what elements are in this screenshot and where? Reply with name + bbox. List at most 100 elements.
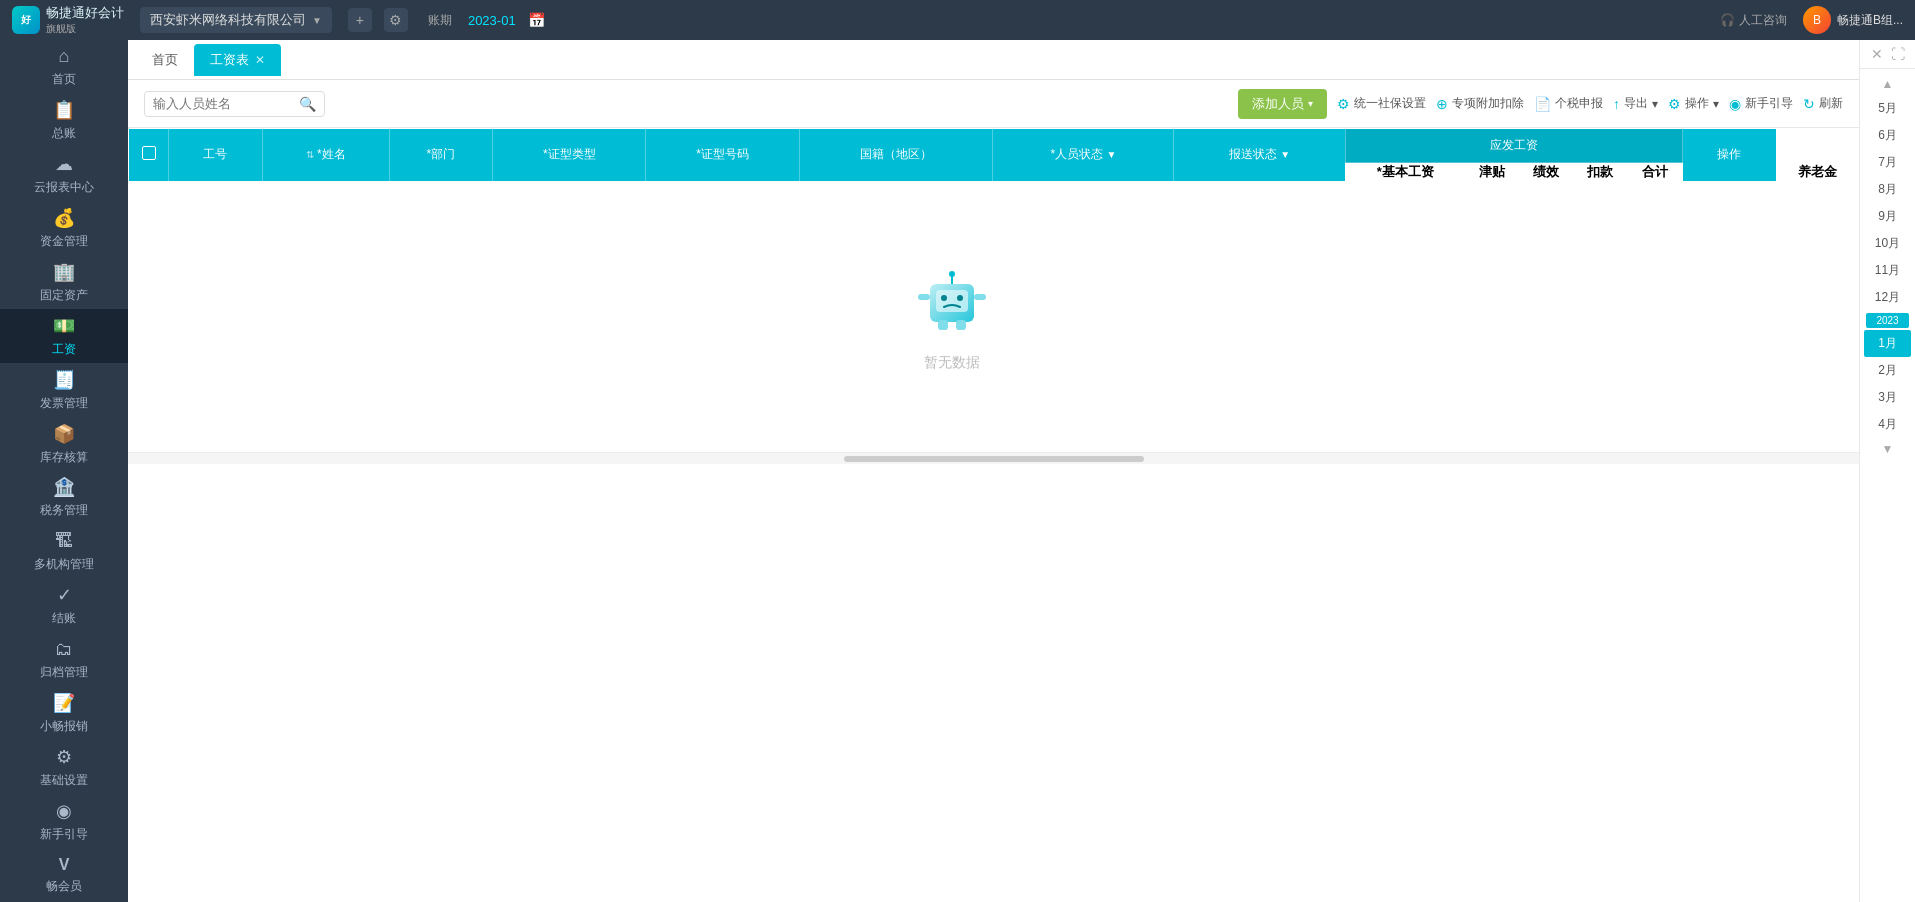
col-cert-type: *证型类型 — [493, 129, 646, 182]
panel-expand-button[interactable]: ⛶ — [1889, 44, 1907, 64]
archive-icon: 🗂 — [55, 639, 73, 660]
sidebar-item-guide[interactable]: ◉ 新手引导 — [0, 794, 128, 848]
main-layout: ⌂ 首页 📋 总账 ☁ 云报表中心 💰 资金管理 🏢 固定资产 💵 工资 🧾 发… — [0, 40, 1915, 902]
col-number: 工号 — [169, 129, 263, 182]
sidebar-label-fixed-assets: 固定资产 — [40, 287, 88, 304]
month-item-feb[interactable]: 2月 — [1860, 357, 1915, 384]
period-value[interactable]: 2023-01 — [468, 13, 516, 28]
col-performance: 绩效 — [1519, 163, 1573, 182]
cloud-icon: ☁ — [55, 153, 73, 175]
empty-state-cell: 暂无数据 — [129, 181, 1777, 452]
month-item[interactable]: 10月 — [1860, 230, 1915, 257]
fixed-assets-icon: 🏢 — [53, 261, 75, 283]
support-icon: 🎧 — [1720, 13, 1735, 27]
month-item-jan[interactable]: 1月 — [1864, 330, 1911, 357]
svg-rect-6 — [918, 294, 930, 300]
tax-declare-button[interactable]: 📄 个税申报 — [1534, 95, 1603, 112]
tab-home[interactable]: 首页 — [136, 44, 194, 76]
sidebar-item-fund[interactable]: 💰 资金管理 — [0, 202, 128, 256]
special-deduction-button[interactable]: ⊕ 专项附加扣除 — [1436, 95, 1524, 112]
refresh-button[interactable]: ↻ 刷新 — [1803, 95, 1843, 112]
sidebar-item-tax[interactable]: 🏦 税务管理 — [0, 471, 128, 525]
sidebar-label-member: 畅会员 — [46, 878, 82, 895]
col-cert-no: *证型号码 — [646, 129, 799, 182]
month-scroll-down[interactable]: ▼ — [1860, 438, 1915, 460]
add-person-button[interactable]: 添加人员 ▾ — [1238, 89, 1327, 119]
app-name: 畅捷通好会计 — [46, 5, 124, 20]
sidebar-item-cloud-report[interactable]: ☁ 云报表中心 — [0, 148, 128, 202]
sidebar-item-home[interactable]: ⌂ 首页 — [0, 40, 128, 94]
month-item[interactable]: 8月 — [1860, 176, 1915, 203]
period-calendar-icon[interactable]: 📅 — [528, 12, 545, 28]
sidebar-item-fixed-assets[interactable]: 🏢 固定资产 — [0, 256, 128, 310]
social-security-button[interactable]: ⚙ 统一社保设置 — [1337, 95, 1426, 112]
col-name: ⇅ *姓名 — [262, 129, 389, 182]
svg-point-3 — [957, 295, 963, 301]
top-bar: 好 畅捷通好会计 旗舰版 西安虾米网络科技有限公司 ▼ + ⚙ 账期 2023-… — [0, 0, 1915, 40]
sidebar-item-invoice[interactable]: 🧾 发票管理 — [0, 363, 128, 417]
select-all-checkbox[interactable] — [142, 146, 156, 160]
sidebar: ⌂ 首页 📋 总账 ☁ 云报表中心 💰 资金管理 🏢 固定资产 💵 工资 🧾 发… — [0, 40, 128, 902]
month-list: ▲ 5月 6月 7月 8月 9月 10月 11月 12月 2023 1月 2月 … — [1860, 69, 1915, 902]
user-name: 畅捷通B组... — [1837, 12, 1903, 29]
month-item[interactable]: 12月 — [1860, 284, 1915, 311]
export-dropdown-icon: ▾ — [1652, 97, 1658, 111]
sidebar-label-multi-org: 多机构管理 — [34, 556, 94, 573]
col-salary-group: 应发工资 — [1345, 129, 1682, 163]
svg-rect-1 — [936, 290, 968, 312]
operate-dropdown-icon: ▾ — [1713, 97, 1719, 111]
search-box: 🔍 — [144, 91, 325, 117]
sidebar-item-multi-org[interactable]: 🏗 多机构管理 — [0, 525, 128, 579]
sidebar-item-inventory[interactable]: 📦 库存核算 — [0, 417, 128, 471]
operate-button[interactable]: ⚙ 操作 ▾ — [1668, 95, 1719, 112]
sidebar-label-cloud-report: 云报表中心 — [34, 179, 94, 196]
month-scroll-up[interactable]: ▲ — [1860, 73, 1915, 95]
month-item[interactable]: 9月 — [1860, 203, 1915, 230]
empty-state: 暂无数据 — [129, 182, 1777, 452]
settings-button[interactable]: ⚙ — [384, 8, 408, 32]
logo-icon: 好 — [12, 6, 40, 34]
sidebar-item-salary[interactable]: 💵 工资 — [0, 309, 128, 363]
period-label: 账期 — [428, 12, 452, 29]
report-status-filter-icon[interactable]: ▼ — [1280, 149, 1290, 160]
sidebar-item-ledger[interactable]: 📋 总账 — [0, 94, 128, 148]
support-button[interactable]: 🎧 人工咨询 — [1720, 12, 1787, 29]
new-guide-button[interactable]: ◉ 新手引导 — [1729, 95, 1793, 112]
month-item[interactable]: 11月 — [1860, 257, 1915, 284]
month-item[interactable]: 6月 — [1860, 122, 1915, 149]
salary-table: 工号 ⇅ *姓名 *部门 *证型类型 *证型号码 国籍（地区） *人员状态 ▼ … — [128, 128, 1859, 452]
horizontal-scrollbar[interactable] — [128, 452, 1859, 464]
ledger-icon: 📋 — [53, 99, 75, 121]
sidebar-label-ledger: 总账 — [52, 125, 76, 142]
export-button[interactable]: ↑ 导出 ▾ — [1613, 95, 1658, 112]
export-label: 导出 — [1624, 95, 1648, 112]
sidebar-label-salary: 工资 — [52, 341, 76, 358]
tab-close-icon[interactable]: ✕ — [255, 53, 265, 67]
panel-close-button[interactable]: ✕ — [1869, 44, 1885, 64]
new-guide-icon: ◉ — [1729, 96, 1741, 112]
sidebar-item-expense[interactable]: 📝 小畅报销 — [0, 687, 128, 741]
checkout-icon: ✓ — [57, 584, 72, 606]
search-input[interactable] — [153, 96, 293, 111]
sidebar-item-checkout[interactable]: ✓ 结账 — [0, 579, 128, 633]
tab-salary[interactable]: 工资表 ✕ — [194, 44, 281, 76]
sidebar-label-fund: 资金管理 — [40, 233, 88, 250]
sidebar-item-settings[interactable]: ⚙ 基础设置 — [0, 740, 128, 794]
user-info[interactable]: B 畅捷通B组... — [1803, 6, 1903, 34]
social-security-icon: ⚙ — [1337, 96, 1350, 112]
status-filter-icon[interactable]: ▼ — [1106, 149, 1116, 160]
month-item[interactable]: 5月 — [1860, 95, 1915, 122]
add-company-button[interactable]: + — [348, 8, 372, 32]
month-item[interactable]: 7月 — [1860, 149, 1915, 176]
month-item-apr[interactable]: 4月 — [1860, 411, 1915, 438]
settings-icon: ⚙ — [56, 746, 72, 768]
col-deduction: 扣款 — [1573, 163, 1627, 182]
month-item-mar[interactable]: 3月 — [1860, 384, 1915, 411]
company-selector[interactable]: 西安虾米网络科技有限公司 ▼ — [140, 7, 332, 33]
sidebar-item-archive[interactable]: 🗂 归档管理 — [0, 633, 128, 687]
right-panel: ✕ ⛶ ▲ 5月 6月 7月 8月 9月 10月 11月 12月 2023 1月… — [1859, 40, 1915, 902]
sidebar-item-member[interactable]: V 畅会员 — [0, 848, 128, 902]
name-sort-icon[interactable]: ⇅ — [306, 149, 314, 160]
col-allowance: 津贴 — [1465, 163, 1519, 182]
svg-rect-9 — [956, 320, 966, 330]
